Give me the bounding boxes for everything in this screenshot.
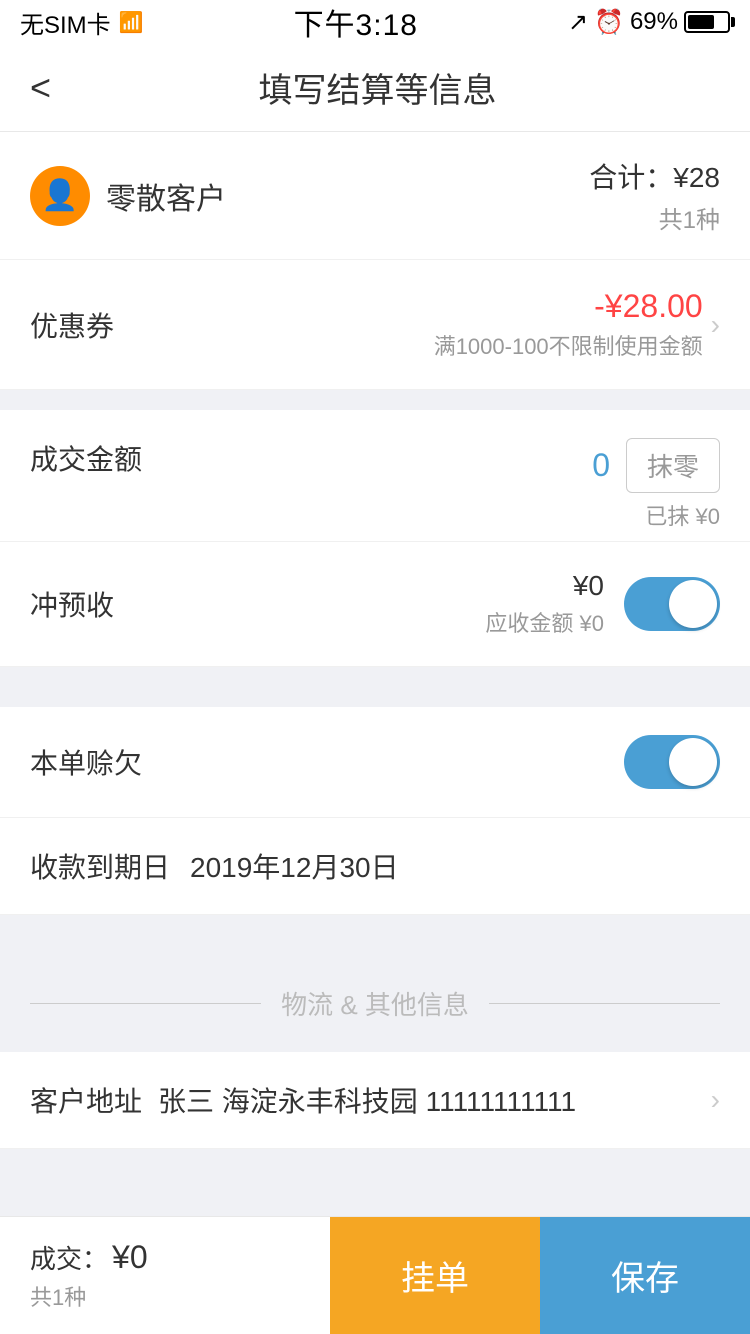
coupon-value: -¥28.00	[434, 288, 703, 325]
pre-receive-row: 冲预收 ¥0 应收金额 ¥0	[0, 542, 750, 667]
status-left: 无SIM卡 📶	[20, 5, 144, 40]
location-icon: ↗	[568, 8, 588, 37]
divider-line-left	[30, 1003, 261, 1004]
battery-icon	[684, 11, 730, 33]
coupon-sub-text: 满1000-100不限制使用金额	[434, 329, 703, 361]
deal-amount-right: 0 抹零 已抹 ¥0	[592, 438, 720, 531]
bottom-bar: 成交： ¥0 共1种 挂单 保存	[0, 1216, 750, 1334]
status-time: 下午3:18	[294, 0, 418, 44]
wifi-icon: 📶	[119, 10, 144, 35]
coupon-value-area: -¥28.00 满1000-100不限制使用金额	[434, 288, 703, 361]
debt-label: 本单赊欠	[30, 742, 142, 782]
debt-row: 本单赊欠	[0, 707, 750, 818]
section-divider-3	[0, 915, 750, 935]
customer-right: 合计：¥28 共1种	[589, 156, 720, 235]
section-divider-1	[0, 390, 750, 410]
pre-receive-right: ¥0 应收金额 ¥0	[485, 570, 720, 638]
summary-deal-amount: ¥0	[112, 1239, 148, 1276]
logistics-label: 物流 & 其他信息	[281, 985, 469, 1022]
avatar: 👤	[30, 166, 90, 226]
back-button[interactable]: <	[30, 67, 51, 109]
receivable-amount: 应收金额 ¥0	[485, 606, 604, 638]
coupon-row[interactable]: 优惠券 -¥28.00 满1000-100不限制使用金额 ›	[0, 260, 750, 390]
section-divider-2	[0, 667, 750, 687]
pre-receive-toggle[interactable]	[624, 577, 720, 631]
deal-amount-row: 成交金额 0 抹零 已抹 ¥0	[0, 410, 750, 542]
already-rounded-text: 已抹 ¥0	[645, 499, 720, 531]
logistics-divider: 物流 & 其他信息	[30, 985, 720, 1022]
deal-amount-label: 成交金额	[30, 438, 142, 478]
pre-amount-value: ¥0	[485, 570, 604, 602]
due-date-value: 2019年12月30日	[190, 846, 399, 886]
due-date-row: 收款到期日 2019年12月30日	[0, 818, 750, 915]
pre-receive-label: 冲预收	[30, 584, 114, 624]
page-title: 填写结算等信息	[71, 63, 684, 112]
nav-bar: < 填写结算等信息	[0, 44, 750, 132]
deal-amount-controls: 0 抹零	[592, 438, 720, 493]
content-area: 👤 零散客户 合计：¥28 共1种 优惠券 -¥28.00 满1000-100不…	[0, 132, 750, 1279]
battery-fill	[688, 15, 714, 29]
debt-toggle[interactable]	[624, 735, 720, 789]
pre-receive-amounts: ¥0 应收金额 ¥0	[485, 570, 604, 638]
coupon-right: -¥28.00 满1000-100不限制使用金额 ›	[434, 288, 720, 361]
customer-count: 共1种	[589, 200, 720, 235]
logistics-section: 物流 & 其他信息	[0, 955, 750, 1052]
debt-toggle-knob	[669, 738, 717, 786]
address-value: 张三 海淀永丰科技园 11111111111	[158, 1080, 576, 1120]
save-button[interactable]: 保存	[540, 1217, 750, 1334]
summary-deal-line: 成交： ¥0	[30, 1239, 300, 1276]
hang-order-button[interactable]: 挂单	[330, 1217, 540, 1334]
round-zero-button[interactable]: 抹零	[626, 438, 720, 493]
customer-left: 👤 零散客户	[30, 166, 226, 226]
deal-amount-value: 0	[592, 447, 610, 484]
customer-row: 👤 零散客户 合计：¥28 共1种	[0, 132, 750, 260]
coupon-label: 优惠券	[30, 305, 114, 345]
toggle-knob	[669, 580, 717, 628]
customer-total: 合计：¥28	[589, 156, 720, 196]
summary-deal-label: 成交：	[30, 1239, 108, 1276]
address-label: 客户地址	[30, 1080, 142, 1120]
status-bar: 无SIM卡 📶 下午3:18 ↗ ⏰ 69%	[0, 0, 750, 44]
alarm-icon: ⏰	[594, 8, 624, 37]
due-date-label: 收款到期日	[30, 846, 170, 886]
chevron-right-icon: ›	[711, 309, 720, 341]
address-chevron-right-icon: ›	[711, 1084, 720, 1116]
address-left: 客户地址 张三 海淀永丰科技园 11111111111	[30, 1080, 576, 1120]
avatar-icon: 👤	[41, 178, 78, 213]
bottom-summary: 成交： ¥0 共1种	[0, 1239, 330, 1312]
status-right: ↗ ⏰ 69%	[568, 8, 730, 37]
divider-line-right	[489, 1003, 720, 1004]
address-row[interactable]: 客户地址 张三 海淀永丰科技园 11111111111 ›	[0, 1052, 750, 1149]
carrier-text: 无SIM卡	[20, 5, 111, 40]
customer-name: 零散客户	[106, 174, 226, 218]
battery-percent: 69%	[630, 8, 678, 36]
summary-count: 共1种	[30, 1280, 300, 1312]
